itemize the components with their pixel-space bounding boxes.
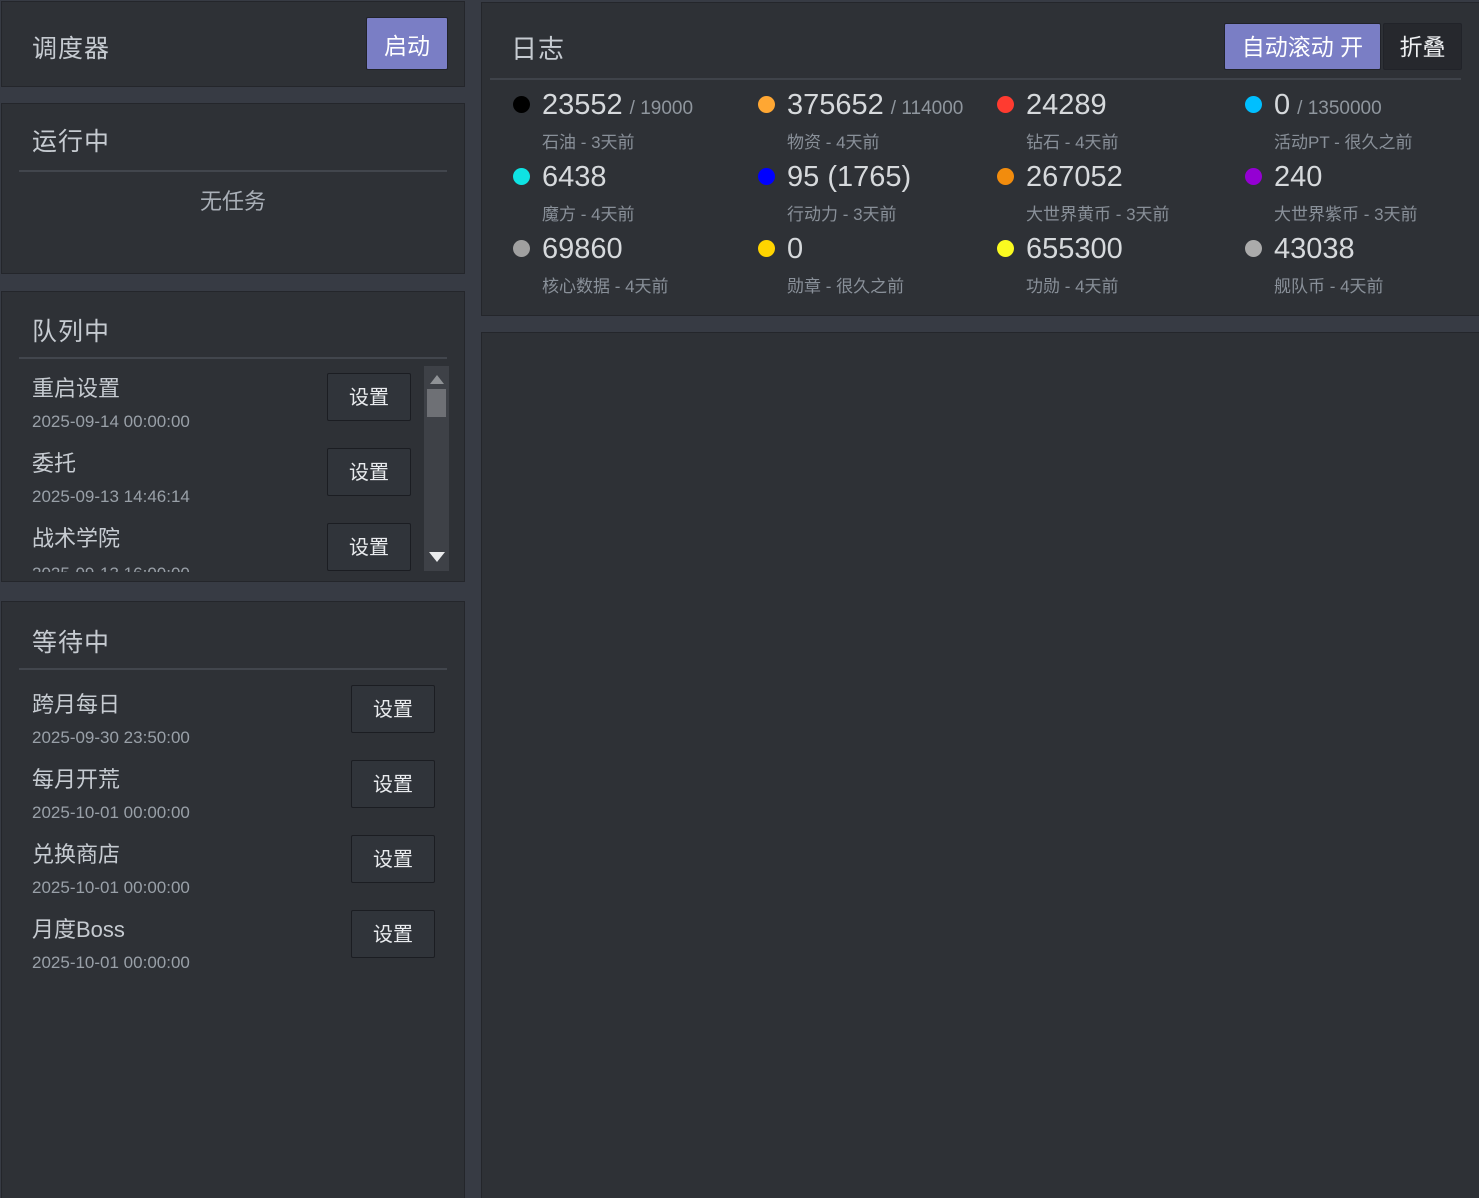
dashboard-item-cube: 6438 魔方 - 4天前 [513, 159, 758, 231]
resource-label: 石油 - 3天前 [542, 133, 635, 152]
log-content-panel[interactable] [481, 332, 1479, 1198]
running-divider [19, 170, 447, 172]
log-title: 日志 [511, 34, 566, 64]
task-time: 2025-10-01 00:00:00 [32, 878, 190, 897]
resource-value: 24289 [1026, 89, 1107, 121]
resource-value: 23552 [542, 89, 623, 121]
resource-label: 舰队币 - 4天前 [1274, 277, 1384, 296]
dashboard-item-medal: 0 勋章 - 很久之前 [758, 231, 997, 303]
task-name: 每月开荒 [32, 767, 121, 792]
dashboard-item-supplies: 375652 / 114000 物资 - 4天前 [758, 87, 997, 159]
dashboard-item-merit: 655300 功勋 - 4天前 [997, 231, 1245, 303]
resource-value: 375652 [787, 89, 884, 121]
dashboard-item-gems: 24289 钻石 - 4天前 [997, 87, 1245, 159]
task-time: 2025-10-01 00:00:00 [32, 803, 190, 822]
resource-label: 活动PT - 很久之前 [1274, 133, 1413, 152]
resource-dot-icon [758, 168, 775, 185]
scrollbar-down-arrow-icon[interactable] [428, 552, 445, 562]
task-name: 跨月每日 [32, 692, 121, 717]
running-title: 运行中 [32, 128, 111, 156]
task-name: 月度Boss [32, 917, 125, 942]
task-name: 委托 [32, 451, 77, 476]
task-name: 兑换商店 [32, 842, 121, 867]
task-time: 2025-09-30 23:50:00 [32, 728, 190, 747]
dashboard-item-oil: 23552 / 19000 石油 - 3天前 [513, 87, 758, 159]
resource-max: / 1350000 [1297, 98, 1382, 119]
resource-label: 核心数据 - 4天前 [542, 277, 669, 296]
task-settings-button[interactable]: 设置 [327, 373, 411, 421]
dashboard-item-guild-coins: 43038 舰队币 - 4天前 [1245, 231, 1475, 303]
start-button[interactable]: 启动 [366, 17, 448, 70]
scrollbar-thumb[interactable] [427, 389, 446, 417]
task-settings-button[interactable]: 设置 [351, 760, 435, 808]
scheduler-panel: 调度器 启动 [1, 1, 465, 87]
task-name: 战术学院 [32, 526, 121, 551]
resource-label: 大世界紫币 - 3天前 [1274, 205, 1418, 224]
resource-dot-icon [513, 96, 530, 113]
dashboard-item-event-pt: 0 / 1350000 活动PT - 很久之前 [1245, 87, 1475, 159]
dashboard-item-core-data: 69860 核心数据 - 4天前 [513, 231, 758, 303]
running-panel: 运行中 无任务 [1, 103, 465, 274]
resource-label: 勋章 - 很久之前 [787, 277, 905, 296]
resource-value: 95 (1765) [787, 161, 912, 193]
task-time: 2025-10-01 00:00:00 [32, 953, 190, 972]
resource-label: 物资 - 4天前 [787, 133, 880, 152]
resource-label: 功勋 - 4天前 [1026, 277, 1119, 296]
task-name: 重启设置 [32, 376, 121, 401]
resource-dot-icon [997, 240, 1014, 257]
resource-label: 钻石 - 4天前 [1026, 133, 1119, 152]
resource-dot-icon [1245, 96, 1262, 113]
resource-max: / 114000 [890, 98, 964, 119]
log-panel: 日志 自动滚动 开 折叠 23552 / 19000 石油 - 3天前 3756… [481, 2, 1479, 316]
task-settings-button[interactable]: 设置 [327, 523, 411, 571]
scrollbar[interactable] [424, 366, 449, 571]
log-button-group: 自动滚动 开 折叠 [1224, 23, 1462, 70]
resource-dot-icon [758, 96, 775, 113]
resource-dot-icon [1245, 240, 1262, 257]
collapse-button[interactable]: 折叠 [1383, 23, 1462, 70]
running-empty-text: 无任务 [199, 189, 266, 214]
task-time: 2025-09-14 00:00:00 [32, 412, 190, 431]
scheduler-title: 调度器 [32, 35, 111, 63]
queued-panel: 队列中 重启设置 设置 2025-09-14 00:00:00 委托 设置 20… [1, 291, 465, 582]
task-settings-button[interactable]: 设置 [351, 910, 435, 958]
resource-label: 大世界黄币 - 3天前 [1026, 205, 1170, 224]
task-settings-button[interactable]: 设置 [351, 835, 435, 883]
resource-value: 0 [1274, 89, 1291, 121]
resource-dot-icon [997, 96, 1014, 113]
dashboard-item-yellow-coins: 267052 大世界黄币 - 3天前 [997, 159, 1245, 231]
resource-dot-icon [1245, 168, 1262, 185]
resource-value: 69860 [542, 233, 623, 265]
resource-value: 6438 [542, 161, 607, 193]
waiting-divider [19, 668, 447, 670]
resource-value: 0 [787, 233, 804, 265]
waiting-title: 等待中 [32, 629, 111, 657]
resource-label: 魔方 - 4天前 [542, 205, 635, 224]
task-settings-button[interactable]: 设置 [327, 448, 411, 496]
task-time: 2025-09-13 14:46:14 [32, 487, 190, 506]
task-settings-button[interactable]: 设置 [351, 685, 435, 733]
resource-max: / 19000 [629, 98, 694, 119]
resource-label: 行动力 - 3天前 [787, 205, 897, 224]
scrollbar-up-arrow-icon[interactable] [429, 375, 444, 384]
dashboard-item-action-points: 95 (1765) 行动力 - 3天前 [758, 159, 997, 231]
resource-dot-icon [758, 240, 775, 257]
resource-dot-icon [997, 168, 1014, 185]
resource-value: 267052 [1026, 161, 1123, 193]
dashboard-item-purple-coins: 240 大世界紫币 - 3天前 [1245, 159, 1475, 231]
resource-value: 240 [1274, 161, 1323, 193]
resource-value: 655300 [1026, 233, 1123, 265]
task-time: 2025-09-13 16:00:00 [32, 564, 190, 572]
resource-dot-icon [513, 168, 530, 185]
log-header-divider [490, 78, 1461, 80]
app-root: 调度器 启动 运行中 无任务 队列中 重启设置 设置 2025-09-14 00… [0, 0, 1479, 1198]
waiting-panel: 等待中 跨月每日 设置 2025-09-30 23:50:00 每月开荒 设置 … [1, 601, 465, 1198]
queued-task-list: 重启设置 设置 2025-09-14 00:00:00 委托 设置 2025-0… [2, 358, 464, 572]
autoscroll-toggle-button[interactable]: 自动滚动 开 [1224, 23, 1381, 70]
dashboard-grid: 23552 / 19000 石油 - 3天前 375652 / 114000 物… [513, 87, 1475, 303]
resource-dot-icon [513, 240, 530, 257]
queued-title: 队列中 [32, 318, 111, 346]
resource-value: 43038 [1274, 233, 1355, 265]
